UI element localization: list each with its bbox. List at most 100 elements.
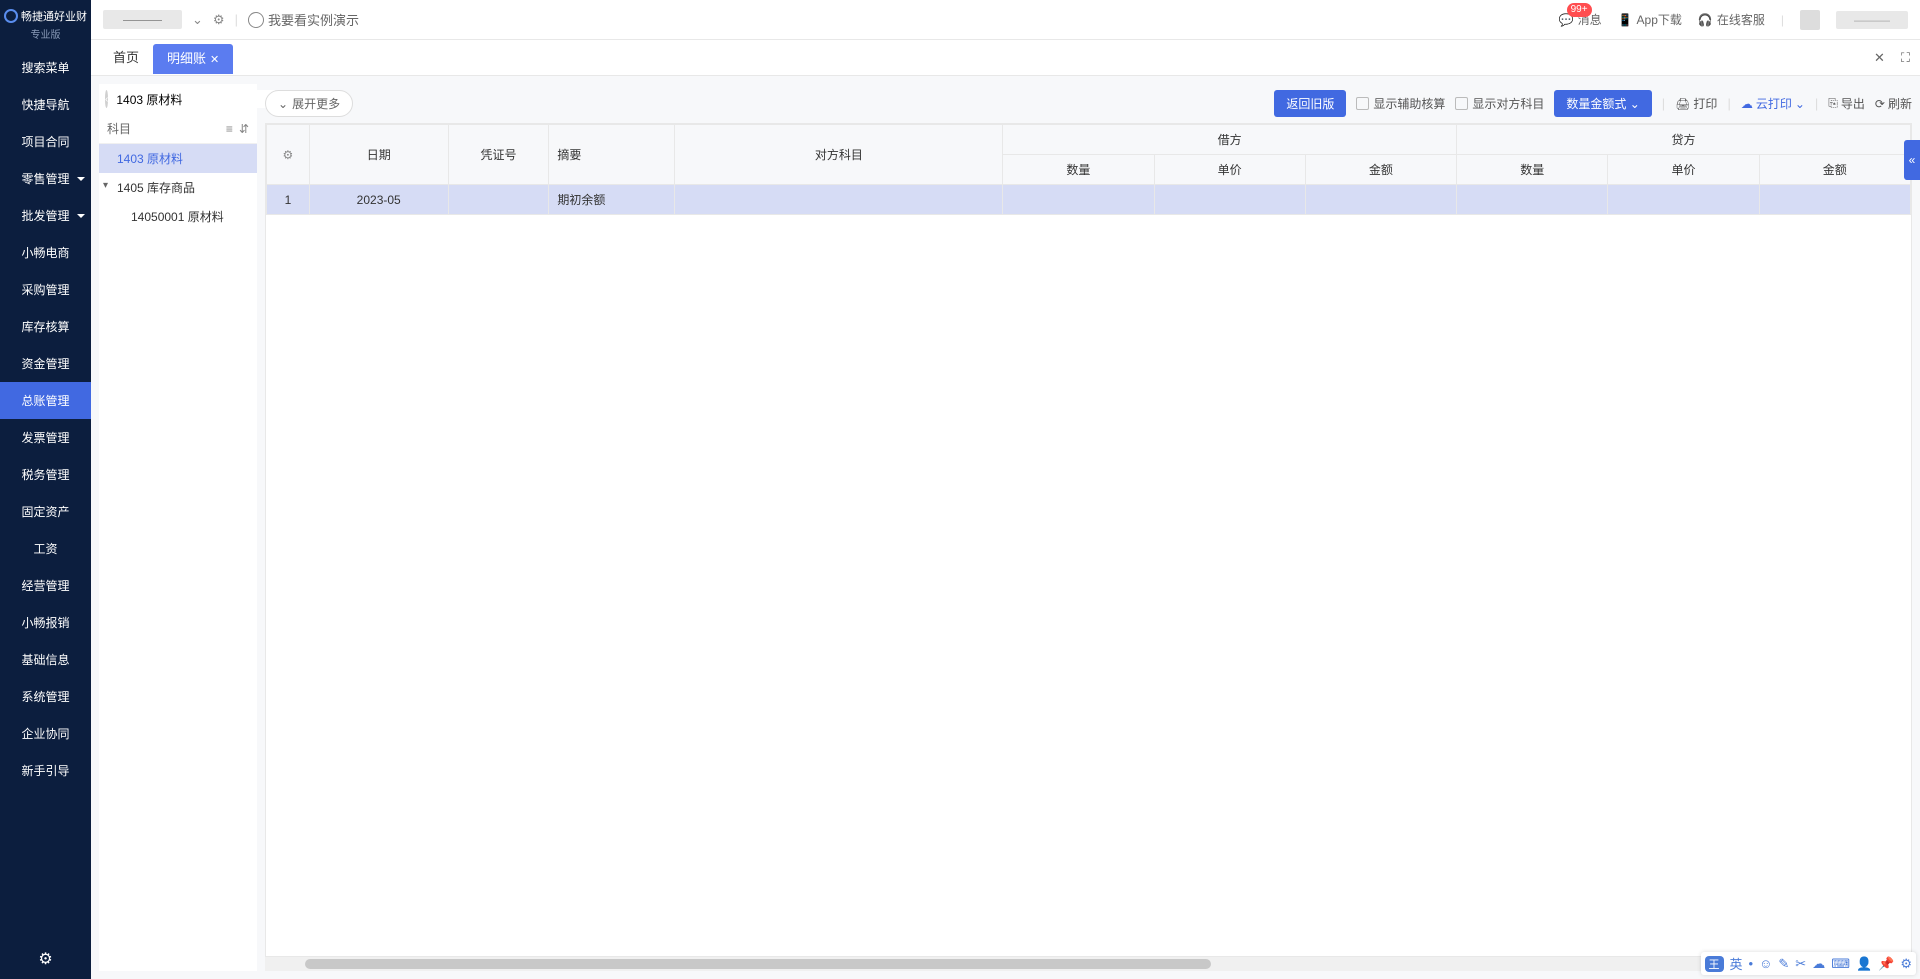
sidebar: 畅捷通好业财 专业版 搜索菜单 快捷导航 项目合同 零售管理 批发管理 小畅电商… (0, 0, 91, 979)
return-old-button[interactable]: 返回旧版 (1274, 90, 1346, 117)
cell-debit-price (1154, 185, 1305, 215)
org-settings-icon[interactable]: ⚙ (213, 12, 225, 28)
th-credit: 贷方 (1457, 125, 1911, 155)
collapse-panel-icon[interactable]: « (1904, 140, 1920, 180)
brand-edition: 专业版 (4, 26, 87, 41)
tab-close-all-icon[interactable]: ✕ (1870, 46, 1889, 70)
expand-more-button[interactable]: ⌄ 展开更多 (265, 90, 353, 117)
th-debit-amount: 金额 (1305, 155, 1456, 185)
ime-keyboard-icon[interactable]: ⌨ (1831, 956, 1850, 972)
nav-salary[interactable]: 工资 (0, 530, 91, 567)
print-button[interactable]: 🖨 打印 (1675, 95, 1717, 112)
org-dropdown-icon[interactable]: ⌄ (192, 12, 203, 28)
fullscreen-icon[interactable]: ⛶ (1897, 46, 1914, 70)
ime-settings-icon[interactable]: ⚙ (1900, 956, 1912, 972)
th-debit-qty: 数量 (1003, 155, 1154, 185)
ime-person-icon[interactable]: 👤 (1856, 956, 1872, 972)
app-download-button[interactable]: 📱 App下载 (1618, 11, 1682, 28)
nav-quick-nav[interactable]: 快捷导航 (0, 86, 91, 123)
scrollbar-thumb[interactable] (305, 959, 1211, 969)
content: ‹ › 科目 ≡ ⇵ 1403 原材料 ▾1405 库存商品 14050001 … (91, 76, 1920, 979)
expander-icon[interactable]: ▾ (103, 180, 108, 191)
ime-badge[interactable]: 王 (1705, 956, 1724, 972)
user-avatar-icon[interactable] (1800, 10, 1820, 30)
tabbar: 首页 明细账✕ ✕ ⛶ (91, 40, 1920, 76)
nav-enterprise-collab[interactable]: 企业协同 (0, 715, 91, 752)
th-credit-qty: 数量 (1457, 155, 1608, 185)
sidebar-nav: 搜索菜单 快捷导航 项目合同 零售管理 批发管理 小畅电商 采购管理 库存核算 … (0, 49, 91, 939)
nav-funds[interactable]: 资金管理 (0, 345, 91, 382)
ime-cloud-icon[interactable]: ☁ (1812, 956, 1825, 972)
cloud-print-button[interactable]: ☁ 云打印 ⌄ (1741, 95, 1805, 112)
show-aux-checkbox[interactable]: 显示辅助核算 (1356, 95, 1445, 112)
tree-sort-icon[interactable]: ≡ (226, 122, 233, 136)
tree-filter-icon[interactable]: ⇵ (239, 122, 249, 136)
sidebar-settings-icon[interactable]: ⚙ (0, 939, 91, 979)
export-button[interactable]: ⎘ 导出 (1828, 95, 1865, 112)
nav-retail[interactable]: 零售管理 (0, 160, 91, 197)
nav-beginner-guide[interactable]: 新手引导 (0, 752, 91, 789)
tab-home[interactable]: 首页 (99, 40, 153, 76)
table-toolbar: ⌄ 展开更多 返回旧版 显示辅助核算 显示对方科目 数量金额式 | 🖨 打印 |… (265, 84, 1912, 123)
th-summary: 摘要 (549, 125, 675, 185)
nav-fixed-assets[interactable]: 固定资产 (0, 493, 91, 530)
cell-credit-qty (1457, 185, 1608, 215)
nav-operations[interactable]: 经营管理 (0, 567, 91, 604)
horizontal-scrollbar[interactable] (265, 957, 1912, 971)
tree-node-1403[interactable]: 1403 原材料 (99, 144, 257, 173)
th-date: 日期 (309, 125, 448, 185)
caret-down-icon (77, 214, 85, 218)
org-name[interactable]: ——— (103, 10, 182, 29)
ime-dot-icon[interactable]: • (1749, 956, 1754, 971)
main-area: ——— ⌄ ⚙ | 我要看实例演示 💬 消息 99+ 📱 App下载 🎧 在线客… (91, 0, 1920, 979)
tree-node-1405[interactable]: ▾1405 库存商品 (99, 173, 257, 202)
caret-down-icon (77, 177, 85, 181)
nav-purchase[interactable]: 采购管理 (0, 271, 91, 308)
checkbox-icon (1356, 97, 1369, 110)
nav-search-menu[interactable]: 搜索菜单 (0, 49, 91, 86)
table-settings-icon[interactable]: ⚙ (267, 125, 310, 185)
tree-node-14050001[interactable]: 14050001 原材料 (99, 202, 257, 231)
tree-body: 1403 原材料 ▾1405 库存商品 14050001 原材料 (99, 144, 257, 971)
tab-close-icon[interactable]: ✕ (210, 54, 219, 66)
cell-index: 1 (267, 185, 310, 215)
th-credit-price: 单价 (1608, 155, 1759, 185)
nav-ecommerce[interactable]: 小畅电商 (0, 234, 91, 271)
messages-button[interactable]: 💬 消息 99+ (1559, 11, 1602, 28)
cell-summary: 期初余额 (549, 185, 675, 215)
cell-opposite (675, 185, 1003, 215)
account-search-input[interactable] (112, 90, 275, 108)
tree-prev-icon[interactable]: ‹ (105, 90, 108, 108)
ime-edit-icon[interactable]: ✎ (1778, 956, 1789, 972)
ime-scissors-icon[interactable]: ✂ (1795, 956, 1806, 972)
refresh-button[interactable]: ⟳ 刷新 (1875, 95, 1912, 112)
ime-pin-icon[interactable]: 📌 (1878, 956, 1894, 972)
phone-icon: 📱 (1618, 13, 1633, 27)
show-opposite-checkbox[interactable]: 显示对方科目 (1455, 95, 1544, 112)
nav-tax[interactable]: 税务管理 (0, 456, 91, 493)
nav-wholesale[interactable]: 批发管理 (0, 197, 91, 234)
cell-credit-price (1608, 185, 1759, 215)
cell-date: 2023-05 (309, 185, 448, 215)
nav-general-ledger[interactable]: 总账管理 (0, 382, 91, 419)
nav-basic-info[interactable]: 基础信息 (0, 641, 91, 678)
tree-search-bar: ‹ › (99, 84, 257, 114)
nav-inventory[interactable]: 库存核算 (0, 308, 91, 345)
nav-expense[interactable]: 小畅报销 (0, 604, 91, 641)
ime-lang[interactable]: 英 (1730, 954, 1743, 973)
nav-invoice[interactable]: 发票管理 (0, 419, 91, 456)
ledger-table-wrap[interactable]: ⚙ 日期 凭证号 摘要 对方科目 借方 贷方 数量 单价 (265, 123, 1912, 957)
online-service-button[interactable]: 🎧 在线客服 (1698, 11, 1765, 28)
tree-header-label: 科目 (107, 120, 131, 137)
user-name[interactable]: ——— (1836, 11, 1908, 29)
nav-project-contract[interactable]: 项目合同 (0, 123, 91, 160)
th-credit-amount: 金额 (1759, 155, 1910, 185)
nav-system[interactable]: 系统管理 (0, 678, 91, 715)
amount-mode-dropdown[interactable]: 数量金额式 (1554, 90, 1651, 117)
brand-area: 畅捷通好业财 专业版 (0, 0, 91, 49)
tab-detail-ledger[interactable]: 明细账✕ (153, 44, 233, 74)
ime-toolbar[interactable]: 王 英 • ☺ ✎ ✂ ☁ ⌨ 👤 📌 ⚙ (1701, 952, 1916, 975)
table-row[interactable]: 1 2023-05 期初余额 (267, 185, 1911, 215)
demo-link[interactable]: 我要看实例演示 (248, 10, 359, 29)
ime-smile-icon[interactable]: ☺ (1759, 956, 1772, 971)
